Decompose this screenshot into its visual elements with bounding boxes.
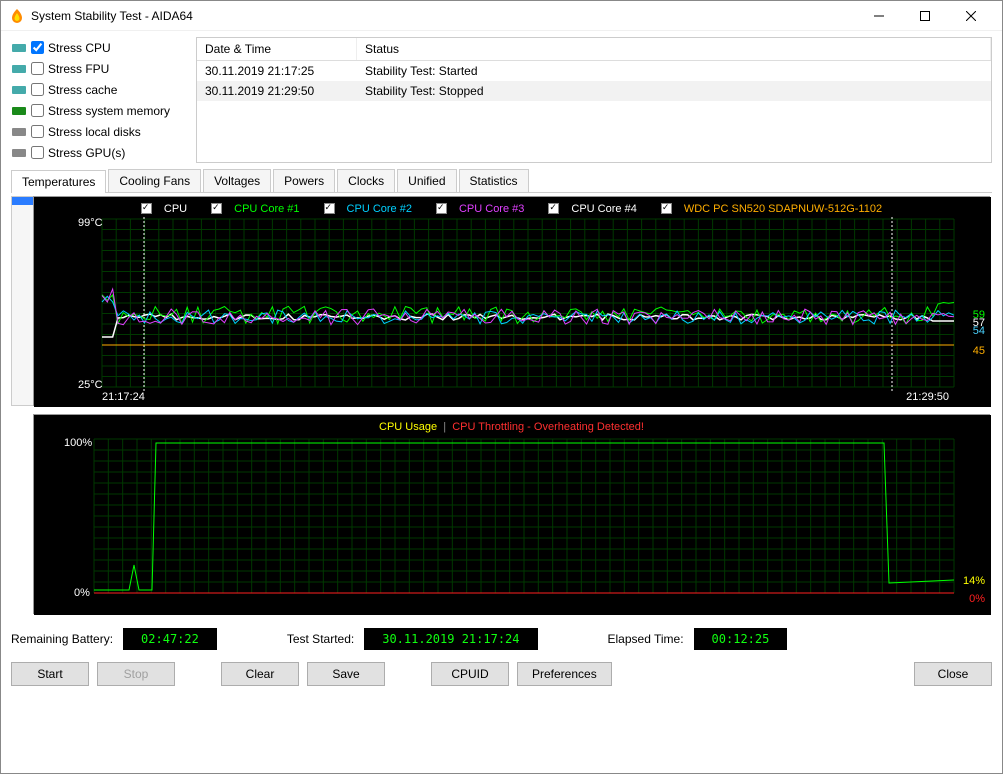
stress-options-panel: Stress CPU Stress FPU Stress cache Stres…	[11, 37, 186, 163]
tab-bar: TemperaturesCooling FansVoltagesPowersCl…	[11, 169, 992, 193]
legend-item[interactable]: CPU Core #1	[205, 203, 305, 215]
stress-label-0: Stress CPU	[48, 41, 111, 55]
chart1-ymax: 99°C	[78, 217, 103, 229]
stress-option-1: Stress FPU	[11, 58, 186, 79]
stress-label-5: Stress GPU(s)	[48, 146, 125, 160]
chart2-ymax: 100%	[64, 437, 92, 449]
save-button[interactable]: Save	[307, 662, 385, 686]
chart1-ymin: 25°C	[78, 379, 103, 391]
cpu-throttle-label: CPU Throttling - Overheating Detected!	[452, 421, 644, 433]
tab-cooling-fans[interactable]: Cooling Fans	[108, 169, 201, 192]
stress-label-3: Stress system memory	[48, 104, 170, 118]
stop-button[interactable]: Stop	[97, 662, 175, 686]
tab-temperatures[interactable]: Temperatures	[11, 170, 106, 193]
legend-item[interactable]: CPU Core #2	[318, 203, 418, 215]
maximize-button[interactable]	[902, 1, 948, 31]
legend-item[interactable]: WDC PC SN520 SDAPNUW-512G-1102	[655, 203, 888, 215]
stress-checkbox-1[interactable]	[31, 62, 44, 75]
stress-option-4: Stress local disks	[11, 121, 186, 142]
preferences-button[interactable]: Preferences	[517, 662, 612, 686]
stress-checkbox-2[interactable]	[31, 83, 44, 96]
titlebar: System Stability Test - AIDA64	[1, 1, 1002, 31]
status-row: Remaining Battery: 02:47:22 Test Started…	[11, 628, 992, 650]
window-title: System Stability Test - AIDA64	[31, 9, 856, 23]
stress-checkbox-5[interactable]	[31, 146, 44, 159]
chart2-value-label: 14%	[963, 575, 985, 587]
tab-voltages[interactable]: Voltages	[203, 169, 271, 192]
app-icon	[9, 8, 25, 24]
clear-button[interactable]: Clear	[221, 662, 299, 686]
chart1-xend: 21:29:50	[906, 391, 949, 403]
tab-powers[interactable]: Powers	[273, 169, 335, 192]
mem-icon	[11, 103, 27, 119]
stress-checkbox-4[interactable]	[31, 125, 44, 138]
button-row: Start Stop Clear Save CPUID Preferences …	[11, 662, 992, 686]
stress-label-2: Stress cache	[48, 83, 117, 97]
legend-item[interactable]: CPU Core #3	[430, 203, 530, 215]
cache-icon	[11, 82, 27, 98]
stress-checkbox-0[interactable]	[31, 41, 44, 54]
tab-clocks[interactable]: Clocks	[337, 169, 395, 192]
chart1-xstart: 21:17:24	[102, 391, 145, 403]
gpu-icon	[11, 145, 27, 161]
cpuid-button[interactable]: CPUID	[431, 662, 509, 686]
log-col-date[interactable]: Date & Time	[197, 38, 357, 60]
cpu-usage-label: CPU Usage	[379, 421, 437, 433]
cpu-usage-chart: CPU Usage | CPU Throttling - Overheating…	[33, 414, 990, 614]
chart1-value-label: 54	[973, 325, 985, 337]
event-log: Date & Time Status 30.11.2019 21:17:25St…	[196, 37, 992, 163]
stress-label-4: Stress local disks	[48, 125, 141, 139]
stress-option-2: Stress cache	[11, 79, 186, 100]
battery-value: 02:47:22	[123, 628, 217, 650]
chart2-ymin: 0%	[74, 587, 90, 599]
close-button[interactable]	[948, 1, 994, 31]
stress-option-0: Stress CPU	[11, 37, 186, 58]
log-col-status[interactable]: Status	[357, 38, 991, 60]
started-label: Test Started:	[287, 632, 354, 646]
stress-option-3: Stress system memory	[11, 100, 186, 121]
start-button[interactable]: Start	[11, 662, 89, 686]
battery-label: Remaining Battery:	[11, 632, 113, 646]
log-row[interactable]: 30.11.2019 21:17:25Stability Test: Start…	[197, 61, 991, 81]
fpu-icon	[11, 61, 27, 77]
tab-statistics[interactable]: Statistics	[459, 169, 529, 192]
minimize-button[interactable]	[856, 1, 902, 31]
close-button-bottom[interactable]: Close	[914, 662, 992, 686]
chart-legend: CPU CPU Core #1 CPU Core #2 CPU Core #3 CPU …	[34, 203, 989, 215]
elapsed-value: 00:12:25	[694, 628, 788, 650]
cpu-icon	[11, 40, 27, 56]
disk-icon	[11, 124, 27, 140]
temperature-chart: CPU CPU Core #1 CPU Core #2 CPU Core #3 CPU …	[33, 196, 990, 406]
legend-item[interactable]: CPU	[135, 203, 193, 215]
legend-item[interactable]: CPU Core #4	[542, 203, 642, 215]
stress-label-1: Stress FPU	[48, 62, 109, 76]
chart1-value-label: 45	[973, 345, 985, 357]
stress-option-5: Stress GPU(s)	[11, 142, 186, 163]
chart2-value-label: 0%	[969, 593, 985, 605]
tab-unified[interactable]: Unified	[397, 169, 456, 192]
chart-side-gutter[interactable]	[11, 196, 33, 406]
log-row[interactable]: 30.11.2019 21:29:50Stability Test: Stopp…	[197, 81, 991, 101]
chart2-legend: CPU Usage | CPU Throttling - Overheating…	[34, 421, 989, 433]
stress-checkbox-3[interactable]	[31, 104, 44, 117]
started-value: 30.11.2019 21:17:24	[364, 628, 537, 650]
elapsed-label: Elapsed Time:	[608, 632, 684, 646]
